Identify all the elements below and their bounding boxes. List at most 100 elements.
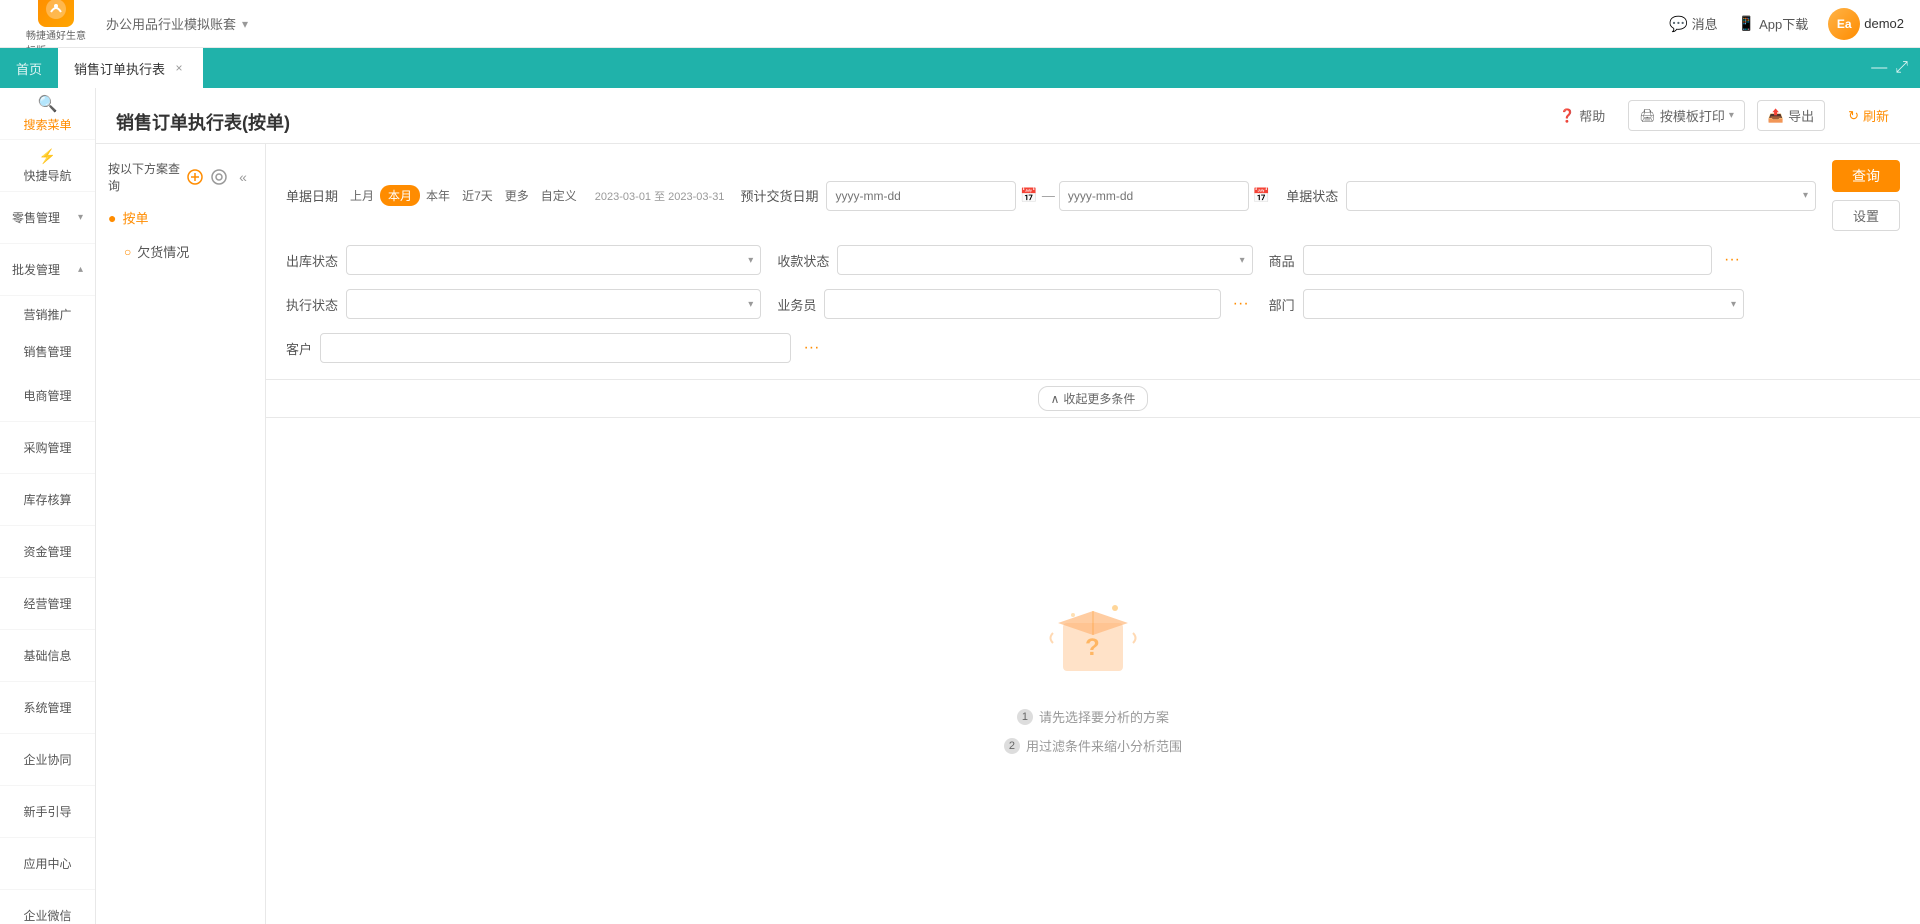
refresh-button[interactable]: ↻ 刷新 xyxy=(1837,100,1900,131)
collapse-bar: ∧ 收起更多条件 xyxy=(266,380,1920,418)
sidebar-item-inventory[interactable]: 库存核算 xyxy=(0,474,95,526)
dept-dropdown[interactable] xyxy=(1303,289,1744,319)
date-tab-this-month[interactable]: 本月 xyxy=(380,185,420,206)
page-header: 销售订单执行表(按单) ❓ 帮助 🖨 按模板打印 ▾ 📤 导出 ↻ 刷新 xyxy=(96,88,1920,144)
sidebar-item-finance[interactable]: 资金管理 xyxy=(0,526,95,578)
sidebar-item-operations[interactable]: 经营管理 xyxy=(0,578,95,630)
collapse-label: 收起更多条件 xyxy=(1063,390,1135,407)
print-arrow-icon: ▾ xyxy=(1729,110,1734,121)
sidebar-newbie-label: 新手引导 xyxy=(23,803,71,820)
scheme-item-by-order[interactable]: ● 按单 xyxy=(96,200,265,235)
filter-row-3: 执行状态 ▾ 业务员 ··· 部门 xyxy=(286,289,1900,319)
delivery-date-start-input[interactable] xyxy=(826,181,1016,211)
filter-group-date: 单据日期 上月 本月 本年 近7天 更多 自定义 2023-03-01 至 20… xyxy=(286,185,724,206)
order-status-label: 单据状态 xyxy=(1286,186,1338,205)
date-tab-this-year[interactable]: 本年 xyxy=(420,185,456,206)
left-panel-title: 按以下方案查询 xyxy=(108,160,185,194)
filter-group-exec-status: 执行状态 ▾ xyxy=(286,289,761,319)
date-tab-custom[interactable]: 自定义 xyxy=(535,185,583,206)
refresh-icon: ↻ xyxy=(1848,108,1859,124)
expand-icon[interactable]: ⤢ xyxy=(1895,59,1908,77)
add-scheme-button[interactable] xyxy=(185,167,205,187)
collapse-panel-button[interactable]: « xyxy=(233,167,253,187)
tab-close-icon[interactable]: × xyxy=(171,60,187,76)
sidebar-item-sales-mgmt[interactable]: 销售管理 xyxy=(0,333,95,370)
user-area[interactable]: Ea demo2 xyxy=(1828,8,1904,40)
sidebar-item-search[interactable]: 🔍 搜索菜单 xyxy=(0,88,95,140)
sidebar-item-quick-nav[interactable]: ⚡ 快捷导航 xyxy=(0,140,95,192)
sidebar-wechat-label: 企业微信 xyxy=(23,907,71,924)
top-bar-right: 💬 消息 📱 App下载 Ea demo2 xyxy=(1669,8,1904,40)
app-download-button[interactable]: 📱 App下载 xyxy=(1738,14,1809,33)
exec-status-dropdown[interactable] xyxy=(346,289,761,319)
empty-hint-2-text: 用过滤条件来缩小分析范围 xyxy=(1026,736,1182,755)
refresh-label: 刷新 xyxy=(1863,106,1889,125)
breadcrumb-arrow-icon[interactable]: ▾ xyxy=(242,17,248,31)
page-title: 销售订单执行表(按单) xyxy=(116,109,290,135)
message-label: 消息 xyxy=(1692,14,1718,33)
sidebar-item-newbie[interactable]: 新手引导 xyxy=(0,786,95,838)
salesperson-input[interactable] xyxy=(824,289,1220,319)
date-tab-more[interactable]: 更多 xyxy=(499,185,535,206)
sidebar-enterprise-label: 企业协同 xyxy=(23,751,71,768)
date-tab-last-month[interactable]: 上月 xyxy=(344,185,380,206)
help-button[interactable]: ❓ 帮助 xyxy=(1548,100,1616,131)
message-icon: 💬 xyxy=(1669,15,1688,33)
sidebar-item-wechat[interactable]: 企业微信 xyxy=(0,890,95,924)
export-button[interactable]: 📤 导出 xyxy=(1757,100,1825,131)
sidebar-item-purchase[interactable]: 采购管理 xyxy=(0,422,95,474)
salesperson-ellipsis-icon[interactable]: ··· xyxy=(1229,295,1253,313)
sidebar-wholesale-label: 批发管理 xyxy=(12,261,60,278)
payment-status-dropdown[interactable] xyxy=(837,245,1252,275)
sidebar-item-ecommerce[interactable]: 电商管理 xyxy=(0,370,95,422)
tab-home[interactable]: 首页 xyxy=(0,48,58,88)
filter-group-payment-status: 收款状态 ▾ xyxy=(777,245,1252,275)
avatar: Ea xyxy=(1828,8,1860,40)
edit-scheme-button[interactable] xyxy=(209,167,229,187)
stock-status-dropdown-wrapper: ▾ xyxy=(346,245,761,275)
print-label: 按模板打印 xyxy=(1660,106,1725,125)
settings-button[interactable]: 设置 xyxy=(1832,200,1900,231)
calendar-start-icon[interactable]: 📅 xyxy=(1020,187,1037,204)
order-status-dropdown[interactable] xyxy=(1346,181,1816,211)
sidebar-item-wholesale[interactable]: 批发管理 ▴ xyxy=(0,244,95,296)
help-icon: ❓ xyxy=(1559,108,1575,124)
scheme-item-shortage[interactable]: ○ 欠货情况 xyxy=(96,235,265,268)
minimize-icon[interactable]: — xyxy=(1871,59,1887,77)
printer-icon: 🖨 xyxy=(1639,108,1656,124)
product-input[interactable] xyxy=(1303,245,1712,275)
stock-status-dropdown[interactable] xyxy=(346,245,761,275)
tab-bar-right: — ⤢ xyxy=(1859,48,1920,88)
main-layout: 🔍 搜索菜单 ⚡ 快捷导航 零售管理 ▾ 批发管理 ▴ 营销推广 销售管理 电商… xyxy=(0,88,1920,924)
sidebar-retail-arrow-icon: ▾ xyxy=(78,212,83,223)
empty-hint-2: 2 用过滤条件来缩小分析范围 xyxy=(1004,736,1182,755)
collapse-button[interactable]: ∧ 收起更多条件 xyxy=(1038,386,1149,411)
sidebar-item-basic-info[interactable]: 基础信息 xyxy=(0,630,95,682)
sidebar-item-enterprise[interactable]: 企业协同 xyxy=(0,734,95,786)
query-button[interactable]: 查询 xyxy=(1832,160,1900,192)
tab-sales-order[interactable]: 销售订单执行表 × xyxy=(58,48,203,88)
sidebar-item-app-center[interactable]: 应用中心 xyxy=(0,838,95,890)
date-tab-7days[interactable]: 近7天 xyxy=(456,185,499,206)
customer-input[interactable] xyxy=(320,333,791,363)
quick-nav-icon: ⚡ xyxy=(39,148,56,165)
sidebar-item-retail[interactable]: 零售管理 ▾ xyxy=(0,192,95,244)
tab-sales-order-label: 销售订单执行表 xyxy=(74,59,165,78)
export-label: 导出 xyxy=(1788,106,1814,125)
message-button[interactable]: 💬 消息 xyxy=(1669,14,1718,33)
sidebar-item-marketing[interactable]: 营销推广 xyxy=(0,296,95,333)
customer-ellipsis-icon[interactable]: ··· xyxy=(799,339,823,357)
salesperson-label: 业务员 xyxy=(777,295,816,314)
sidebar-item-system[interactable]: 系统管理 xyxy=(0,682,95,734)
phone-icon: 📱 xyxy=(1738,15,1755,32)
filter-group-delivery-date: 预计交货日期 📅 — 📅 xyxy=(740,181,1270,211)
product-ellipsis-icon[interactable]: ··· xyxy=(1720,251,1744,269)
filter-group-dept: 部门 ▾ xyxy=(1269,289,1744,319)
user-name: demo2 xyxy=(1864,16,1904,31)
calendar-end-icon[interactable]: 📅 xyxy=(1253,187,1270,204)
print-button[interactable]: 🖨 按模板打印 ▾ xyxy=(1628,100,1745,131)
delivery-date-end-input[interactable] xyxy=(1059,181,1249,211)
product-label: 商品 xyxy=(1269,251,1295,270)
scheme-shortage-icon: ○ xyxy=(124,245,131,259)
sidebar-retail-label: 零售管理 xyxy=(12,209,60,226)
